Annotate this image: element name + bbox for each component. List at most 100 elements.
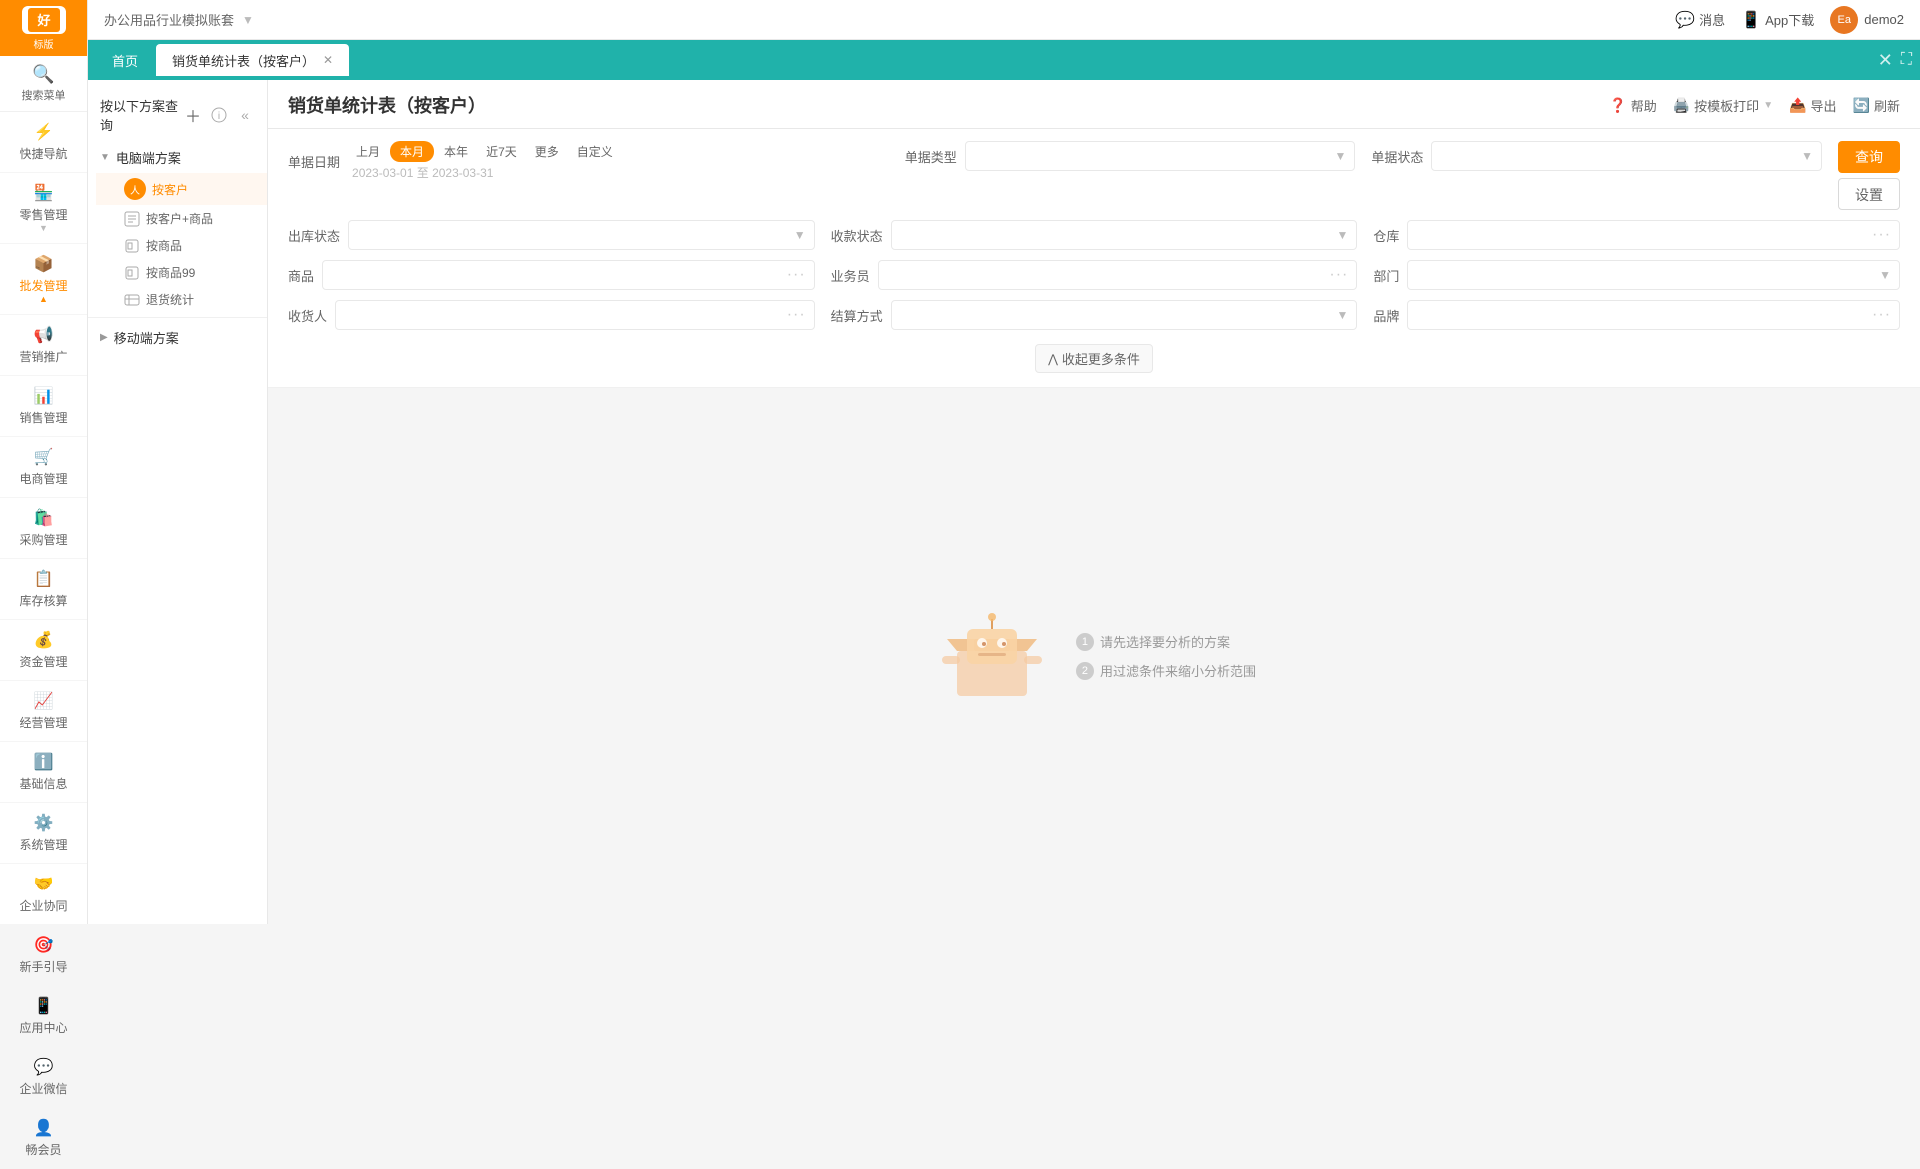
status-filter-cell: 单据状态 ▼: [1371, 141, 1822, 171]
warehouse-cell: 仓库 ···: [1373, 220, 1900, 250]
tab-close-icon[interactable]: ✕: [323, 53, 333, 67]
sidebar-item-ecommerce[interactable]: 🛒 电商管理: [0, 437, 87, 498]
sidebar-item-sales[interactable]: 📊 销售管理: [0, 376, 87, 437]
date-btn-this-year[interactable]: 本年: [436, 141, 476, 162]
left-panel-icons: ＋ i «: [183, 105, 255, 125]
goods-cell: 商品 ···: [288, 260, 815, 290]
out-status-select[interactable]: ▼: [348, 220, 815, 250]
date-btn-last-month[interactable]: 上月: [348, 141, 388, 162]
out-status-label: 出库状态: [288, 226, 340, 245]
close-window-icon[interactable]: ✕: [1878, 50, 1893, 71]
sidebar-item-basic[interactable]: ℹ️ 基础信息: [0, 742, 87, 803]
scheme-customer-goods[interactable]: 按客户+商品: [96, 205, 267, 232]
left-panel-title: 按以下方案查询: [100, 96, 183, 134]
date-btn-7days[interactable]: 近7天: [478, 141, 525, 162]
sidebar-item-quick-nav[interactable]: ⚡ 快捷导航: [0, 112, 87, 173]
sidebar-item-wholesale[interactable]: 📦 批发管理 ▲: [0, 244, 87, 315]
content-area: 按以下方案查询 ＋ i « ▼ 电脑端方案 人 按客户: [88, 80, 1920, 924]
query-button[interactable]: 查询: [1838, 141, 1900, 173]
sidebar-item-member[interactable]: 👤 畅会员: [0, 1108, 87, 1169]
sidebar-item-wechat[interactable]: 💬 企业微信: [0, 1047, 87, 1108]
member-icon: 👤: [34, 1118, 54, 1138]
date-filter-cell: 单据日期 上月 本月 本年 近7天 更多 自定义 2023-03-01 至 20…: [288, 141, 889, 181]
desktop-arrow: ▼: [100, 152, 110, 163]
export-btn[interactable]: 📤 导出: [1789, 96, 1836, 115]
sidebar-item-inventory[interactable]: 📋 库存核算: [0, 559, 87, 620]
tab-maximize-btn[interactable]: ✕ ⛶: [1878, 50, 1912, 71]
date-btn-custom[interactable]: 自定义: [569, 141, 621, 162]
date-btn-more[interactable]: 更多: [527, 141, 567, 162]
sidebar-item-newbie[interactable]: 🎯 新手引导: [0, 925, 87, 986]
scheme-by-customer[interactable]: 人 按客户: [96, 173, 267, 205]
sidebar-item-retail[interactable]: 🏪 零售管理 ▼: [0, 173, 87, 244]
add-scheme-btn[interactable]: ＋: [183, 105, 203, 125]
date-range-display: 2023-03-01 至 2023-03-31: [348, 164, 621, 181]
receiver-input[interactable]: ···: [335, 300, 815, 330]
sidebar-search-item[interactable]: 🔍 搜索菜单: [0, 56, 87, 112]
sidebar-item-system[interactable]: ⚙️ 系统管理: [0, 803, 87, 864]
goods-dots: ···: [787, 266, 806, 284]
desktop-schemes: 人 按客户 按客户+商品 按商品: [88, 173, 267, 313]
scheme-by-goods99[interactable]: 按商品99: [96, 259, 267, 286]
scheme-return-stat[interactable]: 退货统计: [96, 286, 267, 313]
by-goods99-label: 按商品99: [146, 264, 195, 281]
user-profile-btn[interactable]: Ea demo2: [1830, 6, 1904, 34]
empty-hints: 1 请先选择要分析的方案 2 用过滤条件来缩小分析范围: [1076, 632, 1256, 680]
warehouse-label: 仓库: [1373, 226, 1399, 245]
pay-status-cell: 收款状态 ▼: [831, 220, 1358, 250]
wholesale-icon: 📦: [34, 254, 54, 274]
sidebar-item-purchase[interactable]: 🛍️ 采购管理: [0, 498, 87, 559]
tab-sales-stat[interactable]: 销货单统计表（按客户） ✕: [156, 44, 349, 76]
settlement-select[interactable]: ▼: [891, 300, 1358, 330]
business-icon: 📈: [34, 691, 54, 711]
pay-status-select[interactable]: ▼: [891, 220, 1358, 250]
message-label: 消息: [1699, 10, 1725, 29]
app-download-btn[interactable]: 📱 App下载: [1741, 10, 1814, 30]
status-select[interactable]: ▼: [1431, 141, 1822, 171]
sales-stat-tab-label: 销货单统计表（按客户）: [172, 51, 315, 70]
goods-input[interactable]: ···: [322, 260, 815, 290]
help-btn[interactable]: ❓ 帮助: [1609, 96, 1656, 115]
sidebar-item-marketing[interactable]: 📢 营销推广: [0, 315, 87, 376]
desktop-section-label: 电脑端方案: [116, 148, 181, 167]
customer-goods-icon: [124, 211, 140, 227]
sidebar-item-finance[interactable]: 💰 资金管理: [0, 620, 87, 681]
template-print-btn[interactable]: 🖨️ 按模板打印 ▼: [1673, 96, 1773, 115]
edit-scheme-btn[interactable]: i: [209, 105, 229, 125]
type-label: 单据类型: [905, 147, 957, 166]
sidebar-item-business[interactable]: 📈 经营管理: [0, 681, 87, 742]
date-btn-this-month[interactable]: 本月: [390, 141, 434, 162]
mobile-section[interactable]: ▶ 移动端方案: [88, 322, 267, 353]
date-label: 单据日期: [288, 152, 340, 171]
status-label: 单据状态: [1371, 147, 1423, 166]
pay-status-label: 收款状态: [831, 226, 883, 245]
desktop-section[interactable]: ▼ 电脑端方案: [88, 142, 267, 173]
receiver-dots: ···: [787, 306, 806, 324]
brand-input[interactable]: ···: [1407, 300, 1900, 330]
warehouse-input[interactable]: ···: [1407, 220, 1900, 250]
sales-icon: 📊: [34, 386, 54, 406]
dept-select[interactable]: ▼: [1407, 260, 1900, 290]
collapse-panel-btn[interactable]: «: [235, 105, 255, 125]
appstore-icon: 📱: [34, 996, 54, 1016]
refresh-btn[interactable]: 🔄 刷新: [1853, 96, 1900, 115]
collapse-row: ⋀ 收起更多条件: [288, 340, 1900, 379]
sidebar-item-cooperation[interactable]: 🤝 企业协同: [0, 864, 87, 925]
hint-2-text: 用过滤条件来缩小分析范围: [1100, 661, 1256, 680]
date-input-group: 上月 本月 本年 近7天 更多 自定义 2023-03-01 至 2023-03…: [348, 141, 621, 181]
basic-icon: ℹ️: [34, 752, 54, 772]
top-header: 办公用品行业模拟账套 ▼ 💬 消息 📱 App下载 Ea demo2: [88, 0, 1920, 40]
maximize-icon[interactable]: ⛶: [1901, 51, 1912, 69]
finance-icon: 💰: [34, 630, 54, 650]
empty-illustration: [932, 601, 1052, 711]
sidebar-item-appstore[interactable]: 📱 应用中心: [0, 986, 87, 1047]
settings-button[interactable]: 设置: [1838, 178, 1900, 210]
collapse-btn[interactable]: ⋀ 收起更多条件: [1035, 344, 1153, 373]
breadcrumb-text: 办公用品行业模拟账套: [104, 10, 234, 29]
scheme-by-goods[interactable]: 按商品: [96, 232, 267, 259]
message-btn[interactable]: 💬 消息: [1675, 10, 1725, 30]
salesperson-input[interactable]: ···: [878, 260, 1358, 290]
by-goods-icon: [124, 238, 140, 254]
type-select[interactable]: ▼: [965, 141, 1356, 171]
tab-home[interactable]: 首页: [96, 44, 154, 76]
